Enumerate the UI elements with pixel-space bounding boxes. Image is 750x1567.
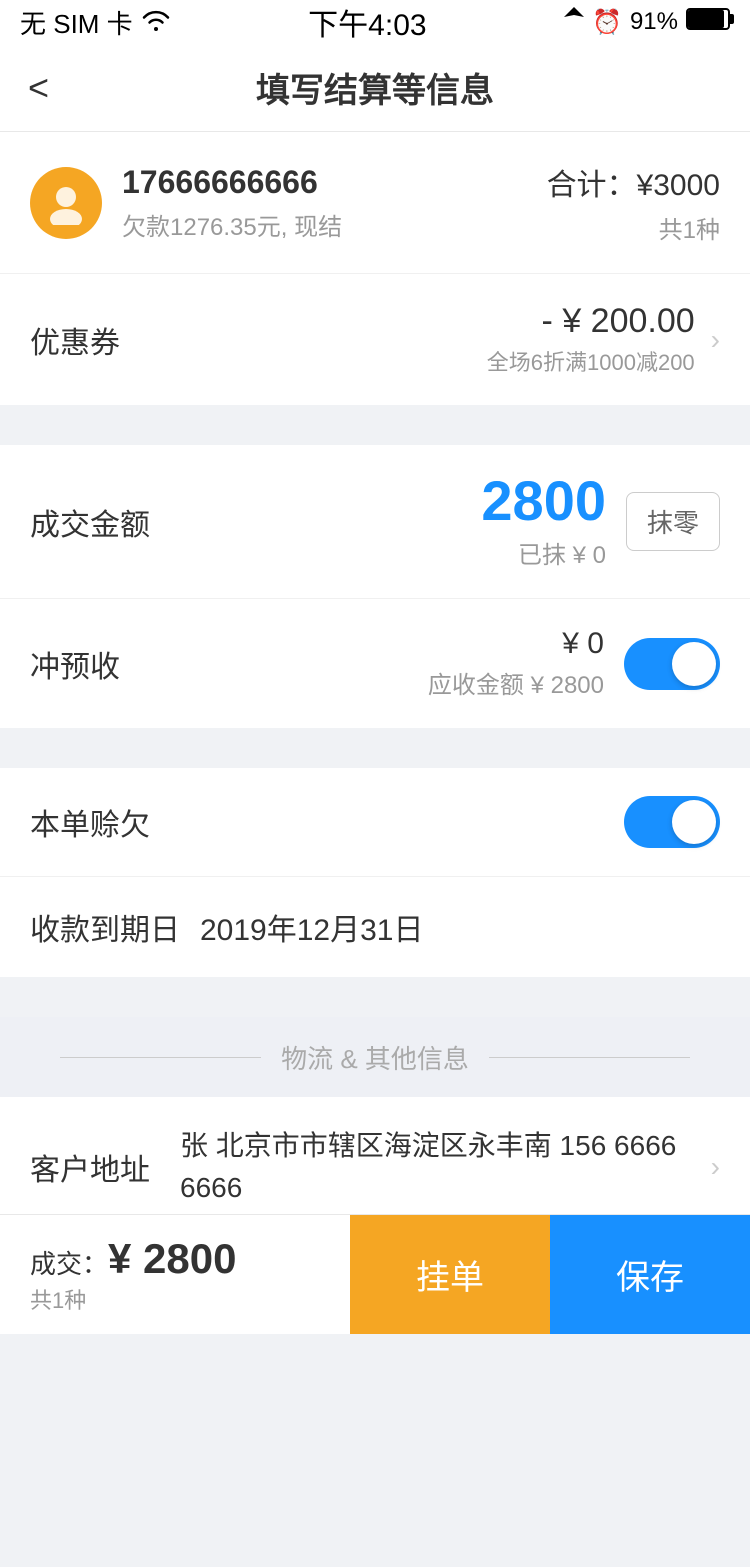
due-date-value: 2019年12月31日 [200,905,423,949]
bottom-deal-line: 成交：¥ 2800 [30,1235,350,1283]
customer-debt: 欠款1276.35元, 现结 [122,207,342,242]
coupon-right: - ¥ 200.00 全场6折满1000减200 › [487,302,720,377]
due-date-row: 收款到期日 2019年12月31日 [0,876,750,977]
logistics-header-text: 物流 & 其他信息 [261,1039,489,1076]
back-button[interactable]: < [28,67,49,109]
advance-row: 冲预收 ¥ 0 应收金额 ¥ 2800 [0,598,750,728]
page-title: 填写结算等信息 [256,63,494,112]
section-divider-1 [0,425,750,445]
customer-row: 17666666666 欠款1276.35元, 现结 合计：¥3000 共1种 [0,132,750,273]
advance-right: ¥ 0 应收金额 ¥ 2800 [428,627,720,700]
total-amount: 合计：¥3000 [547,160,720,204]
round-zero-button[interactable]: 抹零 [626,492,720,551]
credit-toggle-thumb [672,800,716,844]
credit-card: 本单赊欠 收款到期日 2019年12月31日 [0,768,750,977]
advance-amount-block: ¥ 0 应收金额 ¥ 2800 [428,627,604,700]
deal-card: 成交金额 2800 已抹 ¥ 0 抹零 冲预收 ¥ 0 应收金额 ¥ 2800 [0,445,750,728]
credit-label: 本单赊欠 [30,800,150,844]
wifi-icon [141,7,171,38]
address-label: 客户地址 [30,1145,150,1189]
alarm-icon: ⏰ [592,8,622,37]
advance-label: 冲预收 [30,642,120,686]
save-button[interactable]: 保存 [550,1215,750,1334]
main-content: 17666666666 欠款1276.35元, 现结 合计：¥3000 共1种 … [0,132,750,1567]
hang-button[interactable]: 挂单 [350,1215,550,1334]
status-bar: 无 SIM 卡 下午4:03 ⏰ 91% [0,0,750,44]
logistics-header: 物流 & 其他信息 [0,1017,750,1097]
status-left: 无 SIM 卡 [20,4,171,41]
customer-total: 合计：¥3000 共1种 [547,160,720,245]
chevron-right-icon: › [711,324,720,356]
page-header: < 填写结算等信息 [0,44,750,132]
advance-toggle[interactable] [624,638,720,690]
advance-receivable: 应收金额 ¥ 2800 [428,665,604,700]
bottom-summary: 成交：¥ 2800 共1种 [0,1215,350,1334]
credit-toggle[interactable] [624,796,720,848]
customer-info: 17666666666 欠款1276.35元, 现结 [122,164,342,242]
coupon-value: - ¥ 200.00 [487,302,695,341]
location-icon [564,7,584,38]
avatar [30,167,102,239]
deal-amount-row: 成交金额 2800 已抹 ¥ 0 抹零 [0,445,750,598]
deal-amount-block: 2800 已抹 ¥ 0 [481,473,606,570]
bottom-bar: 成交：¥ 2800 共1种 挂单 保存 [0,1214,750,1334]
status-right: ⏰ 91% [564,7,730,38]
address-chevron-icon: › [711,1151,720,1183]
section-divider-3 [0,997,750,1017]
status-time: 下午4:03 [308,0,426,44]
toggle-thumb [672,642,716,686]
coupon-desc: 全场6折满1000减200 [487,345,695,377]
address-value: 张 北京市市辖区海淀区永丰南 156 6666 6666 [180,1125,711,1209]
deal-amount-label: 成交金额 [30,500,150,544]
bottom-deal-amount: ¥ 2800 [108,1235,236,1282]
customer-card: 17666666666 欠款1276.35元, 现结 合计：¥3000 共1种 … [0,132,750,405]
customer-phone: 17666666666 [122,164,342,201]
bottom-count: 共1种 [30,1283,350,1315]
bottom-deal-label: 成交： [30,1249,108,1279]
deal-right: 2800 已抹 ¥ 0 抹零 [481,473,720,570]
total-count: 共1种 [547,210,720,245]
credit-row: 本单赊欠 [0,768,750,876]
battery-icon [686,8,730,37]
coupon-label: 优惠券 [30,318,120,362]
deal-amount-value: 2800 [481,473,606,529]
battery-text: 91% [630,8,678,36]
deal-rubbed: 已抹 ¥ 0 [481,535,606,570]
carrier-text: 无 SIM 卡 [20,4,133,41]
coupon-value-block: - ¥ 200.00 全场6折满1000减200 [487,302,695,377]
section-divider-2 [0,748,750,768]
customer-left: 17666666666 欠款1276.35元, 现结 [30,164,342,242]
due-date-label: 收款到期日 [30,905,180,949]
advance-amount: ¥ 0 [428,627,604,661]
coupon-row[interactable]: 优惠券 - ¥ 200.00 全场6折满1000减200 › [0,273,750,405]
